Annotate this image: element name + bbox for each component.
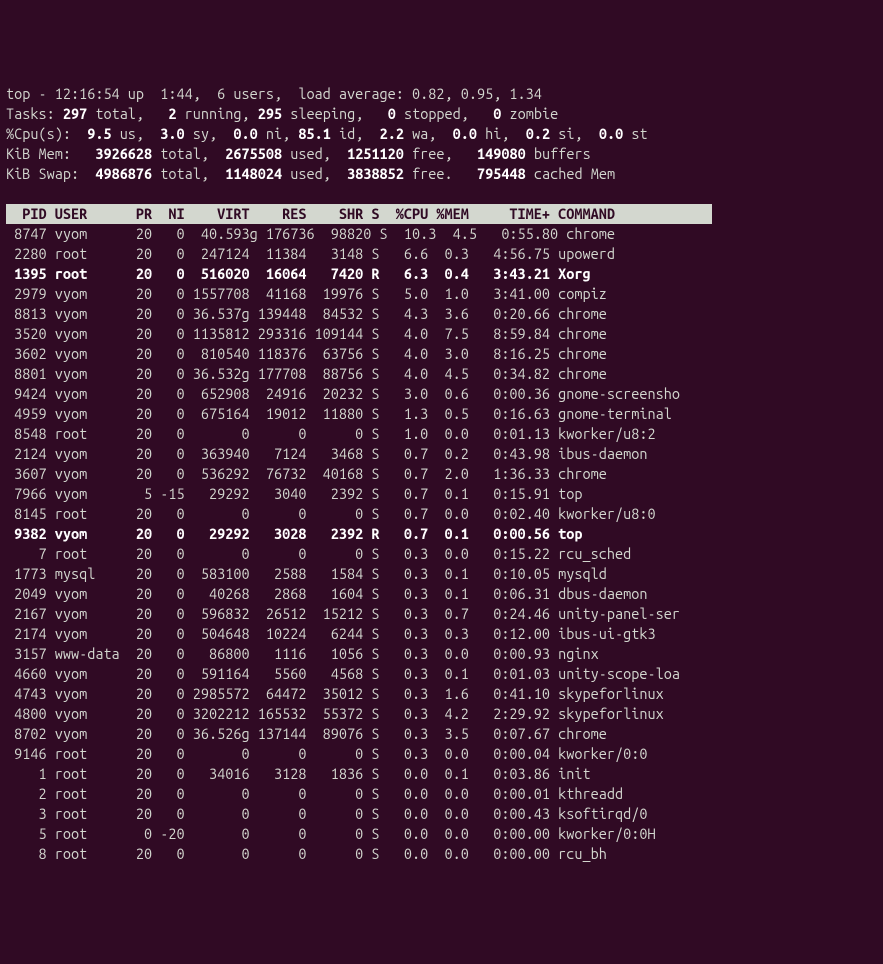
cpu-st-label: st	[631, 125, 647, 142]
tasks-zombie-label: zombie	[510, 105, 559, 122]
process-row[interactable]: 8145 root 20 0 0 0 0 S 0.7 0.0 0:02.40 k…	[6, 504, 877, 524]
process-row[interactable]: 8801 vyom 20 0 36.532g 177708 88756 S 4.…	[6, 364, 877, 384]
process-row[interactable]: 2174 vyom 20 0 504648 10224 6244 S 0.3 0…	[6, 624, 877, 644]
swap-free-label: free.	[412, 165, 477, 182]
process-row[interactable]: 8813 vyom 20 0 36.537g 139448 84532 S 4.…	[6, 304, 877, 324]
process-row[interactable]: 8702 vyom 20 0 36.526g 137144 89076 S 0.…	[6, 724, 877, 744]
cpu-us: 9.5	[87, 125, 119, 142]
tasks-stopped: 0	[388, 105, 404, 122]
process-row[interactable]: 3157 www-data 20 0 86800 1116 1056 S 0.3…	[6, 644, 877, 664]
cpu-hi-label: hi,	[485, 125, 526, 142]
tasks-stopped-label: stopped,	[404, 105, 493, 122]
process-row[interactable]: 4743 vyom 20 0 2985572 64472 35012 S 0.3…	[6, 684, 877, 704]
tasks-running-label: running,	[185, 105, 258, 122]
tasks-label: Tasks:	[6, 105, 63, 122]
tasks-sleeping-label: sleeping,	[290, 105, 387, 122]
column-headers[interactable]: PID USER PR NI VIRT RES SHR S %CPU %MEM …	[6, 204, 712, 224]
process-row[interactable]: 8548 root 20 0 0 0 0 S 1.0 0.0 0:01.13 k…	[6, 424, 877, 444]
tasks-zombie: 0	[493, 105, 509, 122]
summary-uptime: top - 12:16:54 up 1:44, 6 users, load av…	[6, 84, 877, 104]
process-row[interactable]: 1773 mysql 20 0 583100 2588 1584 S 0.3 0…	[6, 564, 877, 584]
process-row[interactable]: 5 root 0 -20 0 0 0 S 0.0 0.0 0:00.00 kwo…	[6, 824, 877, 844]
blank-line	[6, 184, 877, 204]
cpu-ni-label: ni,	[266, 125, 298, 142]
mem-label: KiB Mem:	[6, 145, 95, 162]
swap-used: 1148024	[225, 165, 290, 182]
swap-free: 3838852	[347, 165, 412, 182]
swap-cached: 795448	[477, 165, 534, 182]
cpu-id-label: id,	[339, 125, 380, 142]
summary-tasks: Tasks: 297 total, 2 running, 295 sleepin…	[6, 104, 877, 124]
column-header-row[interactable]: PID USER PR NI VIRT RES SHR S %CPU %MEM …	[6, 204, 877, 224]
mem-used: 2675508	[225, 145, 290, 162]
mem-free-label: free,	[412, 145, 477, 162]
process-row[interactable]: 4959 vyom 20 0 675164 19012 11880 S 1.3 …	[6, 404, 877, 424]
cpu-st: 0.0	[599, 125, 631, 142]
process-row[interactable]: 2049 vyom 20 0 40268 2868 1604 S 0.3 0.1…	[6, 584, 877, 604]
cpu-wa-label: wa,	[412, 125, 453, 142]
process-row[interactable]: 7 root 20 0 0 0 0 S 0.3 0.0 0:15.22 rcu_…	[6, 544, 877, 564]
summary-swap: KiB Swap: 4986876 total, 1148024 used, 3…	[6, 164, 877, 184]
tasks-total-label: total,	[95, 105, 168, 122]
cpu-wa: 2.2	[380, 125, 412, 142]
mem-buffers: 149080	[477, 145, 534, 162]
process-row[interactable]: 4660 vyom 20 0 591164 5560 4568 S 0.3 0.…	[6, 664, 877, 684]
process-row[interactable]: 8 root 20 0 0 0 0 S 0.0 0.0 0:00.00 rcu_…	[6, 844, 877, 864]
mem-buffers-label: buffers	[534, 145, 591, 162]
summary-cpu: %Cpu(s): 9.5 us, 3.0 sy, 0.0 ni, 85.1 id…	[6, 124, 877, 144]
swap-cached-label: cached Mem	[534, 165, 615, 182]
tasks-running: 2	[168, 105, 184, 122]
process-row[interactable]: 3607 vyom 20 0 536292 76732 40168 S 0.7 …	[6, 464, 877, 484]
process-row[interactable]: 9424 vyom 20 0 652908 24916 20232 S 3.0 …	[6, 384, 877, 404]
mem-total: 3926628	[95, 145, 160, 162]
process-row[interactable]: 2979 vyom 20 0 1557708 41168 19976 S 5.0…	[6, 284, 877, 304]
cpu-label: %Cpu(s):	[6, 125, 87, 142]
process-row[interactable]: 4800 vyom 20 0 3202212 165532 55372 S 0.…	[6, 704, 877, 724]
mem-used-label: used,	[290, 145, 347, 162]
cpu-si-label: si,	[558, 125, 599, 142]
cpu-sy: 3.0	[160, 125, 192, 142]
swap-label: KiB Swap:	[6, 165, 95, 182]
tasks-total: 297	[63, 105, 95, 122]
process-row[interactable]: 9382 vyom 20 0 29292 3028 2392 R 0.7 0.1…	[6, 524, 877, 544]
process-row[interactable]: 3520 vyom 20 0 1135812 293316 109144 S 4…	[6, 324, 877, 344]
summary-mem: KiB Mem: 3926628 total, 2675508 used, 12…	[6, 144, 877, 164]
swap-total-label: total,	[160, 165, 225, 182]
process-row[interactable]: 2167 vyom 20 0 596832 26512 15212 S 0.3 …	[6, 604, 877, 624]
swap-total: 4986876	[95, 165, 160, 182]
mem-free: 1251120	[347, 145, 412, 162]
process-row[interactable]: 3602 vyom 20 0 810540 118376 63756 S 4.0…	[6, 344, 877, 364]
cpu-us-label: us,	[120, 125, 161, 142]
process-row[interactable]: 2280 root 20 0 247124 11384 3148 S 6.6 0…	[6, 244, 877, 264]
process-row[interactable]: 9146 root 20 0 0 0 0 S 0.3 0.0 0:00.04 k…	[6, 744, 877, 764]
cpu-ni: 0.0	[233, 125, 265, 142]
swap-used-label: used,	[290, 165, 347, 182]
process-row[interactable]: 1395 root 20 0 516020 16064 7420 R 6.3 0…	[6, 264, 877, 284]
cpu-id: 85.1	[298, 125, 339, 142]
process-row[interactable]: 8747 vyom 20 0 40.593g 176736 98820 S 10…	[6, 224, 877, 244]
process-row[interactable]: 1 root 20 0 34016 3128 1836 S 0.0 0.1 0:…	[6, 764, 877, 784]
mem-total-label: total,	[160, 145, 225, 162]
tasks-sleeping: 295	[258, 105, 290, 122]
cpu-si: 0.2	[526, 125, 558, 142]
process-row[interactable]: 3 root 20 0 0 0 0 S 0.0 0.0 0:00.43 ksof…	[6, 804, 877, 824]
cpu-hi: 0.0	[453, 125, 485, 142]
process-row[interactable]: 2124 vyom 20 0 363940 7124 3468 S 0.7 0.…	[6, 444, 877, 464]
process-row[interactable]: 7966 vyom 5 -15 29292 3040 2392 S 0.7 0.…	[6, 484, 877, 504]
process-row[interactable]: 2 root 20 0 0 0 0 S 0.0 0.0 0:00.01 kthr…	[6, 784, 877, 804]
cpu-sy-label: sy,	[193, 125, 234, 142]
